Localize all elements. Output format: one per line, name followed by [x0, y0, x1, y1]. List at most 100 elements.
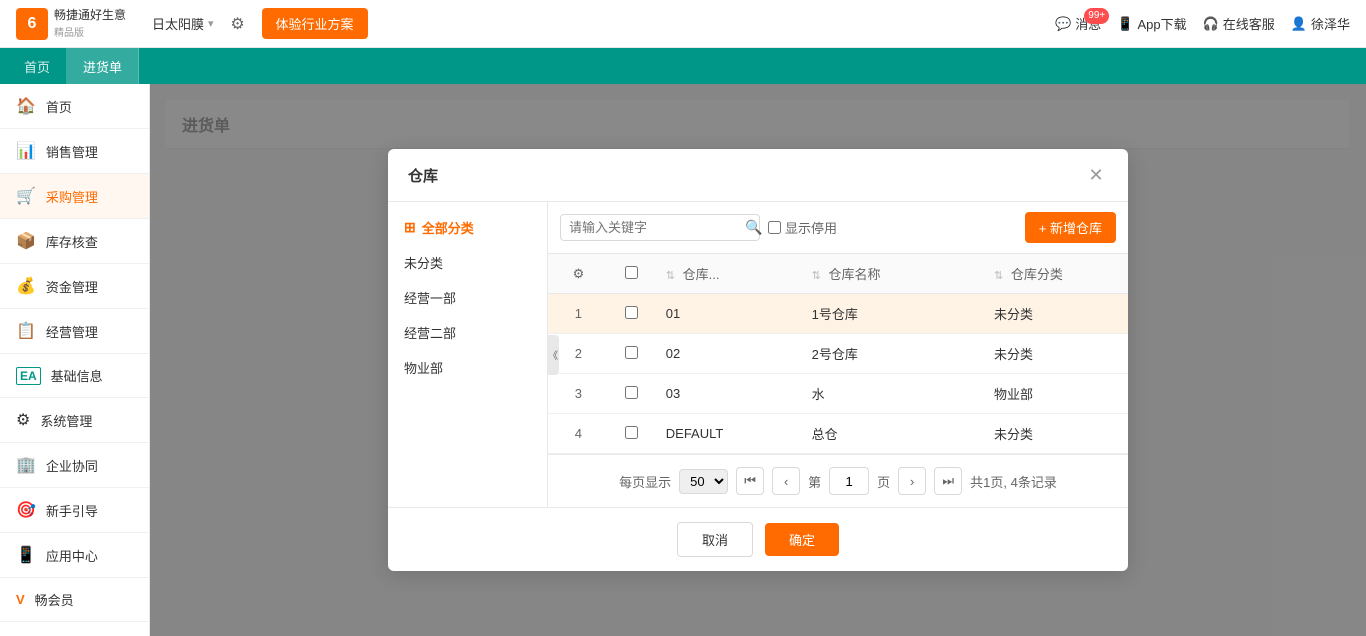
category-property-label: 物业部 [404, 358, 443, 377]
category-ops2[interactable]: 经营二部 [388, 315, 547, 350]
sort-icon-category: ⇅ [994, 270, 1003, 282]
category-all-label: 全部分类 [422, 218, 474, 237]
brand-logo: 6 畅捷通好生意 精品版 [16, 8, 136, 40]
modal-close-button[interactable]: ✕ [1084, 163, 1108, 187]
message-button[interactable]: 💬 消息 99+ [1055, 14, 1101, 33]
category-property[interactable]: 物业部 [388, 350, 547, 385]
sidebar-item-basic-info[interactable]: EA 基础信息 [0, 354, 149, 398]
sidebar: 🏠 首页 📊 销售管理 🛒 采购管理 📦 库存核查 💰 资金管理 📋 经营管理 … [0, 84, 150, 636]
table-row[interactable]: 3 03 水 物业部 [548, 374, 1128, 414]
sidebar-item-system[interactable]: ⚙ 系统管理 [0, 398, 149, 443]
table-toolbar: 🔍 显示停用 + 新增仓库 [548, 202, 1128, 254]
sidebar-item-finance[interactable]: 💰 资金管理 [0, 264, 149, 309]
header-right: 💬 消息 99+ 📱 App下载 🎧 在线客服 👤 徐泽华 [1055, 14, 1350, 33]
sidebar-item-member[interactable]: V 畅会员 [0, 578, 149, 622]
warehouse-modal: 仓库 ✕ ⊞ 全部分类 未分类 经营一 [388, 149, 1128, 571]
row-check-3[interactable] [609, 374, 654, 414]
settings-button[interactable]: ⚙ [222, 8, 254, 40]
row-check-4[interactable] [609, 414, 654, 454]
brand-icon: 6 [16, 8, 48, 40]
sidebar-item-sales[interactable]: 📊 销售管理 [0, 129, 149, 174]
brand-text: 畅捷通好生意 精品版 [54, 8, 126, 39]
main-layout: 🏠 首页 📊 销售管理 🛒 采购管理 📦 库存核查 💰 资金管理 📋 经营管理 … [0, 84, 1366, 636]
sort-icon-code: ⇅ [666, 270, 675, 282]
row-category-4: 未分类 [982, 414, 1128, 454]
app-download-button[interactable]: 📱 App下载 [1117, 14, 1186, 33]
search-icon[interactable]: 🔍 [745, 219, 762, 236]
table-row[interactable]: 1 01 1号仓库 未分类 [548, 294, 1128, 334]
sidebar-item-home[interactable]: 🏠 首页 [0, 84, 149, 129]
prev-page-button[interactable]: ‹ [772, 467, 800, 495]
sidebar-item-purchase[interactable]: 🛒 采购管理 [0, 174, 149, 219]
trial-button[interactable]: 体验行业方案 [262, 8, 368, 39]
customer-service-button[interactable]: 🎧 在线客服 [1203, 14, 1275, 33]
header-code: ⇅ 仓库... [654, 254, 800, 294]
sidebar-label-finance: 资金管理 [46, 277, 98, 296]
guide-icon: 🎯 [16, 500, 36, 520]
row-name-3: 水 [800, 374, 982, 414]
sidebar-item-enterprise[interactable]: 🏢 企业协同 [0, 443, 149, 488]
row-category-3: 物业部 [982, 374, 1128, 414]
category-unclassified[interactable]: 未分类 [388, 245, 547, 280]
purchase-icon: 🛒 [16, 186, 36, 206]
sidebar-label-inventory: 库存核查 [46, 232, 98, 251]
row-num-3: 3 [548, 374, 609, 414]
cancel-button[interactable]: 取消 [677, 522, 753, 557]
tab-purchase[interactable]: 进货单 [67, 48, 139, 84]
pagination-bar: 每页显示 50 ⏮ ‹ 第 页 › ⏭ 共1页, 4条记录 [548, 454, 1128, 507]
mobile-icon: 📱 [1117, 16, 1133, 32]
row-code-4: DEFAULT [654, 414, 800, 454]
table-panel: 🔍 显示停用 + 新增仓库 [548, 202, 1128, 507]
headset-icon: 🎧 [1203, 16, 1219, 32]
member-icon: V [16, 592, 25, 607]
page-number-input[interactable] [829, 467, 869, 495]
header-checkbox-col [609, 254, 654, 294]
row-check-1[interactable] [609, 294, 654, 334]
row-category-1: 未分类 [982, 294, 1128, 334]
store-selector[interactable]: 日太阳膜 ▾ [152, 14, 214, 33]
sidebar-item-app-center[interactable]: 📱 应用中心 [0, 533, 149, 578]
header-category: ⇅ 仓库分类 [982, 254, 1128, 294]
category-ops1-label: 经营一部 [404, 288, 456, 307]
table-row[interactable]: 2 02 2号仓库 未分类 [548, 334, 1128, 374]
sidebar-item-guide[interactable]: 🎯 新手引导 [0, 488, 149, 533]
table-header: ⚙ ⇅ 仓库... ⇅ 仓库名称 [548, 254, 1128, 294]
category-ops1[interactable]: 经营一部 [388, 280, 547, 315]
message-badge: 99+ [1084, 8, 1109, 24]
row-code-2: 02 [654, 334, 800, 374]
category-unclassified-label: 未分类 [404, 253, 443, 272]
row-check-2[interactable] [609, 334, 654, 374]
warehouse-table: ⚙ ⇅ 仓库... ⇅ 仓库名称 [548, 254, 1128, 454]
last-page-button[interactable]: ⏭ [934, 467, 962, 495]
search-input[interactable] [569, 220, 745, 235]
sidebar-label-member: 畅会员 [35, 590, 74, 609]
add-warehouse-button[interactable]: + 新增仓库 [1025, 212, 1116, 243]
table-row[interactable]: 4 DEFAULT 总仓 未分类 [548, 414, 1128, 454]
sidebar-label-home: 首页 [46, 97, 72, 116]
tab-home[interactable]: 首页 [8, 48, 67, 84]
modal-overlay: 仓库 ✕ ⊞ 全部分类 未分类 经营一 [150, 84, 1366, 636]
inventory-icon: 📦 [16, 231, 36, 251]
table-body: 1 01 1号仓库 未分类 2 02 [548, 294, 1128, 454]
show-disabled-checkbox[interactable] [768, 221, 781, 234]
category-all[interactable]: ⊞ 全部分类 [388, 210, 547, 245]
collapse-panel-button[interactable]: 《 [547, 335, 559, 375]
modal-body: ⊞ 全部分类 未分类 经营一部 经营二部 物业部 [388, 202, 1128, 507]
user-avatar[interactable]: 👤 徐泽华 [1291, 14, 1350, 33]
main-content: 进货单 仓库 ✕ ⊞ 全部分类 [150, 84, 1366, 636]
per-page-select[interactable]: 50 [679, 469, 728, 494]
row-name-2: 2号仓库 [800, 334, 982, 374]
confirm-button[interactable]: 确定 [765, 523, 839, 556]
next-page-button[interactable]: › [898, 467, 926, 495]
select-all-checkbox[interactable] [625, 266, 638, 279]
show-disabled-toggle[interactable]: 显示停用 [768, 218, 837, 237]
category-ops2-label: 经营二部 [404, 323, 456, 342]
sidebar-label-sales: 销售管理 [46, 142, 98, 161]
header-category-label: 仓库分类 [1011, 267, 1063, 282]
first-page-button[interactable]: ⏮ [736, 467, 764, 495]
sidebar-item-operations[interactable]: 📋 经营管理 [0, 309, 149, 354]
nav-tabs: 首页 进货单 [0, 48, 1366, 84]
enterprise-icon: 🏢 [16, 455, 36, 475]
sidebar-item-inventory[interactable]: 📦 库存核查 [0, 219, 149, 264]
sidebar-label-app-center: 应用中心 [46, 546, 98, 565]
